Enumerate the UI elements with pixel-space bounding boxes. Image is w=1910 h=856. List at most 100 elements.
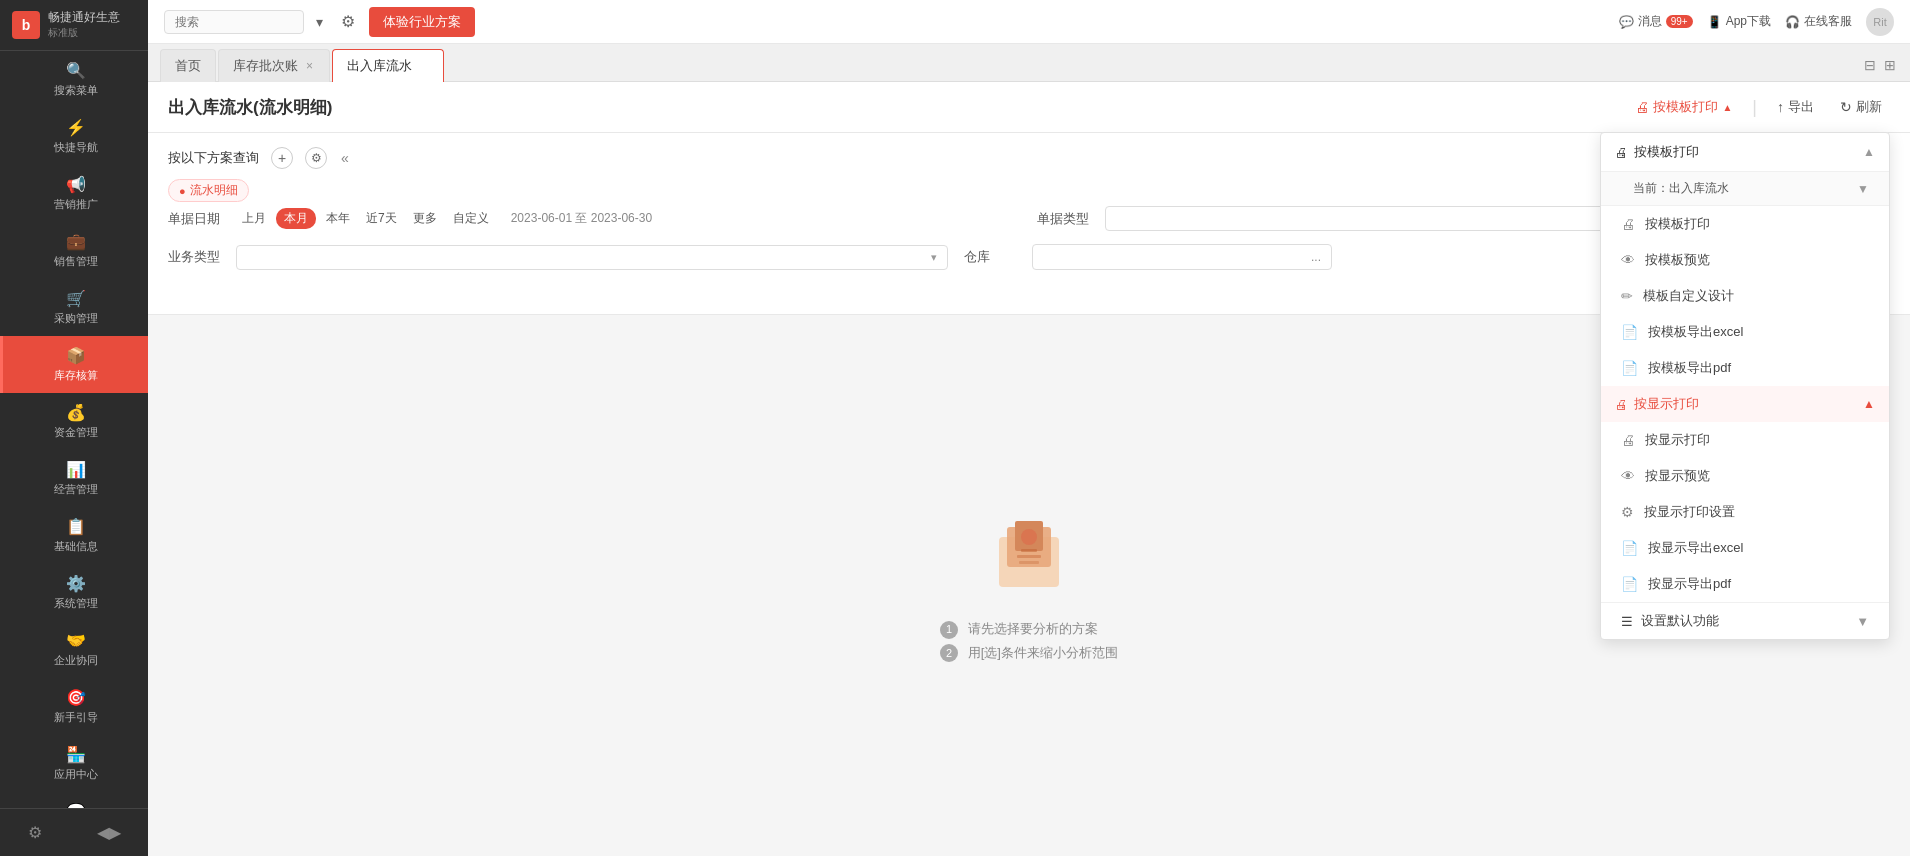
date-7days-button[interactable]: 近7天 bbox=[360, 208, 403, 229]
dropdown-display-arrow[interactable]: ▲ bbox=[1863, 397, 1875, 411]
topbar-dropdown-button[interactable]: ▾ bbox=[312, 12, 327, 32]
dropdown-close-arrow[interactable]: ▲ bbox=[1863, 145, 1875, 159]
sidebar-item-system[interactable]: ⚙️ 系统管理 bbox=[0, 564, 148, 621]
sidebar-item-label: 库存核算 bbox=[54, 368, 98, 383]
date-more-button[interactable]: 更多 bbox=[407, 208, 443, 229]
dropdown-template-custom[interactable]: ✏ 模板自定义设计 bbox=[1601, 278, 1889, 314]
hint1-num: 1 bbox=[940, 621, 958, 639]
svg-point-3 bbox=[1021, 529, 1037, 545]
settings-icon-bottom: ☰ bbox=[1621, 614, 1633, 629]
dropdown-display-pdf[interactable]: 📄 按显示导出pdf bbox=[1601, 566, 1889, 602]
dropdown-template-print[interactable]: 🖨 按模板打印 bbox=[1601, 206, 1889, 242]
dropdown-template-pdf[interactable]: 📄 按模板导出pdf bbox=[1601, 350, 1889, 386]
sidebar-item-label: 经营管理 bbox=[54, 482, 98, 497]
dropdown-display-section[interactable]: 🖨 按显示打印 ▲ bbox=[1601, 386, 1889, 422]
tab-batch-close[interactable]: × bbox=[304, 59, 315, 73]
handshake-icon: 🤝 bbox=[66, 631, 86, 650]
sidebar-item-purchase[interactable]: 🛒 采购管理 bbox=[0, 279, 148, 336]
tab-minimize-button[interactable]: ⊟ bbox=[1862, 55, 1878, 75]
sidebar-settings-button[interactable]: ⚙ bbox=[20, 819, 50, 846]
excel-icon: 📄 bbox=[1621, 324, 1638, 340]
sidebar-item-operations[interactable]: 📊 经营管理 bbox=[0, 450, 148, 507]
gear-icon-disp: ⚙ bbox=[1621, 504, 1634, 520]
edit-icon: ✏ bbox=[1621, 288, 1633, 304]
dropdown-display-print[interactable]: 🖨 按显示打印 bbox=[1601, 422, 1889, 458]
dropdown-current-arrow: ▼ bbox=[1857, 182, 1869, 196]
svg-rect-6 bbox=[1019, 561, 1039, 564]
message-button[interactable]: 💬 消息 99+ bbox=[1619, 13, 1693, 30]
sidebar-item-finance[interactable]: 💰 资金管理 bbox=[0, 393, 148, 450]
sidebar-item-wechat[interactable]: 💬 企业微信 bbox=[0, 792, 148, 808]
filter-add-button[interactable]: + bbox=[271, 147, 293, 169]
eye-icon: 👁 bbox=[1621, 252, 1635, 268]
filter-label: 按以下方案查询 bbox=[168, 149, 259, 167]
tab-batch[interactable]: 库存批次账 × bbox=[218, 49, 330, 82]
pdf-icon: 📄 bbox=[1621, 360, 1638, 376]
tab-expand-button[interactable]: ⊞ bbox=[1882, 55, 1898, 75]
export-button[interactable]: ↑ 导出 bbox=[1769, 94, 1822, 120]
online-service-button[interactable]: 🎧 在线客服 bbox=[1785, 13, 1852, 30]
export-label: 导出 bbox=[1788, 98, 1814, 116]
filter-collapse-button[interactable]: « bbox=[339, 148, 351, 168]
tab-home-label: 首页 bbox=[175, 57, 201, 75]
empty-hint-2: 2 用[选]条件来缩小分析范围 bbox=[940, 641, 1118, 664]
dropdown-title: 🖨 按模板打印 bbox=[1615, 143, 1699, 161]
industry-solution-button[interactable]: 体验行业方案 bbox=[369, 7, 475, 37]
dropdown-display-preview[interactable]: 👁 按显示预览 bbox=[1601, 458, 1889, 494]
user-avatar[interactable]: Rit bbox=[1866, 8, 1894, 36]
date-custom-button[interactable]: 自定义 bbox=[447, 208, 495, 229]
filter-warehouse-select[interactable]: ... bbox=[1032, 244, 1332, 270]
message-icon: 💬 bbox=[1619, 15, 1634, 29]
date-last-month-button[interactable]: 上月 bbox=[236, 208, 272, 229]
topbar-search-input[interactable] bbox=[164, 10, 304, 34]
chevron-up-icon: ▲ bbox=[1722, 102, 1732, 113]
sidebar-item-sales[interactable]: 💼 销售管理 bbox=[0, 222, 148, 279]
warehouse-more-icon[interactable]: ... bbox=[1311, 250, 1321, 264]
filter-tag-flow[interactable]: ● 流水明细 bbox=[168, 179, 249, 202]
filter-warehouse-label: 仓库 bbox=[964, 248, 1024, 266]
filter-business-select[interactable]: ▾ bbox=[236, 245, 948, 270]
filter-doc-type-label: 单据类型 bbox=[1037, 210, 1097, 228]
filter-business-label: 业务类型 bbox=[168, 248, 228, 266]
tab-flow-label: 出入库流水 bbox=[347, 57, 412, 75]
sidebar-item-basics[interactable]: 📋 基础信息 bbox=[0, 507, 148, 564]
template-print-button[interactable]: 🖨 按模板打印 ▲ bbox=[1627, 94, 1740, 120]
user-name: Rit bbox=[1873, 16, 1886, 28]
logo-sub: 标准版 bbox=[48, 26, 120, 40]
tabbar: 首页 库存批次账 × 出入库流水 × ⊟ ⊞ bbox=[148, 44, 1910, 82]
sidebar-item-shortcut[interactable]: ⚡ 快捷导航 bbox=[0, 108, 148, 165]
filter-date-field: 单据日期 上月 本月 本年 近7天 更多 自定义 2023-06-01 至 20… bbox=[168, 208, 1021, 229]
action-divider: | bbox=[1752, 97, 1757, 118]
tab-home[interactable]: 首页 bbox=[160, 49, 216, 82]
briefcase-icon: 💼 bbox=[66, 232, 86, 251]
chart-icon: 📊 bbox=[66, 460, 86, 479]
date-this-month-button[interactable]: 本月 bbox=[276, 208, 316, 229]
sidebar-item-inventory[interactable]: 📦 库存核算 bbox=[0, 336, 148, 393]
sidebar-item-marketing[interactable]: 📢 营销推广 bbox=[0, 165, 148, 222]
sidebar-item-search[interactable]: 🔍 搜索菜单 bbox=[0, 51, 148, 108]
sidebar-item-guide[interactable]: 🎯 新手引导 bbox=[0, 678, 148, 735]
sidebar-item-cooperation[interactable]: 🤝 企业协同 bbox=[0, 621, 148, 678]
dropdown-template-preview[interactable]: 👁 按模板预览 bbox=[1601, 242, 1889, 278]
svg-rect-4 bbox=[1021, 549, 1037, 552]
topbar-settings-button[interactable]: ⚙ bbox=[335, 10, 361, 33]
sidebar-item-appstore[interactable]: 🏪 应用中心 bbox=[0, 735, 148, 792]
tab-flow[interactable]: 出入库流水 × bbox=[332, 49, 444, 82]
tab-flow-close[interactable]: × bbox=[418, 59, 429, 73]
sidebar-collapse-button[interactable]: ◀▶ bbox=[89, 819, 129, 846]
dropdown-display-settings[interactable]: ⚙ 按显示打印设置 bbox=[1601, 494, 1889, 530]
main-area: ▾ ⚙ 体验行业方案 💬 消息 99+ 📱 App下载 🎧 在线客服 bbox=[148, 0, 1910, 856]
dropdown-current-item[interactable]: 当前：出入库流水 ▼ bbox=[1601, 172, 1889, 206]
eye-icon-disp: 👁 bbox=[1621, 468, 1635, 484]
dropdown-template-excel[interactable]: 📄 按模板导出excel bbox=[1601, 314, 1889, 350]
filter-settings-button[interactable]: ⚙ bbox=[305, 147, 327, 169]
dropdown-default-setting[interactable]: ☰ 设置默认功能 ▼ bbox=[1601, 602, 1889, 639]
app-download-button[interactable]: 📱 App下载 bbox=[1707, 13, 1771, 30]
tab-batch-label: 库存批次账 bbox=[233, 57, 298, 75]
sidebar-item-label: 新手引导 bbox=[54, 710, 98, 725]
dropdown-display-excel[interactable]: 📄 按显示导出excel bbox=[1601, 530, 1889, 566]
date-this-year-button[interactable]: 本年 bbox=[320, 208, 356, 229]
page-title: 出入库流水(流水明细) bbox=[168, 96, 332, 131]
excel-icon-disp: 📄 bbox=[1621, 540, 1638, 556]
refresh-button[interactable]: ↻ 刷新 bbox=[1832, 94, 1890, 120]
